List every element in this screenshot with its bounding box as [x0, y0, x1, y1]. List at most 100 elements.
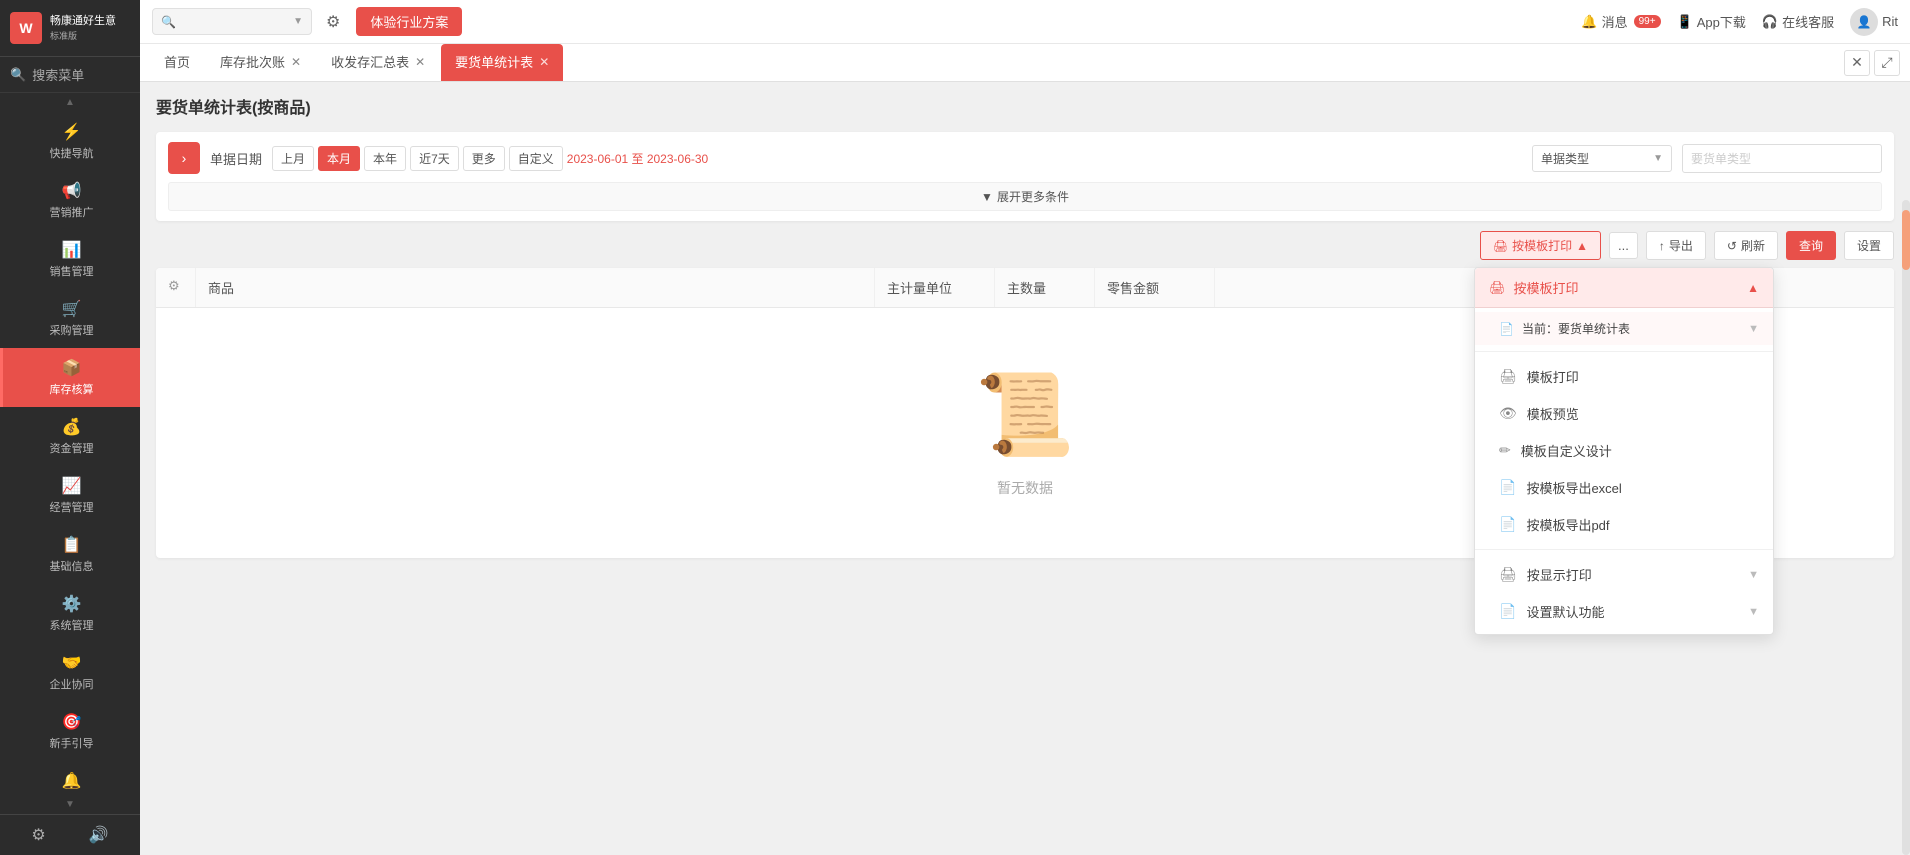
- display-print-icon: 🖨: [1499, 566, 1517, 583]
- date-range-text: 2023-06-01 至 2023-06-30: [567, 150, 708, 167]
- dropdown-divider-2: [1475, 549, 1773, 550]
- date-btn-more[interactable]: 更多: [463, 146, 505, 171]
- tab-order-stats[interactable]: 要货单统计表 ✕: [441, 44, 563, 81]
- settings-bottom-icon[interactable]: ⚙: [31, 825, 45, 845]
- column-settings-icon[interactable]: ⚙: [168, 278, 180, 293]
- app-download-label: App下载: [1697, 12, 1746, 31]
- set-default-arrow: ▼: [1748, 606, 1759, 618]
- sidebar-item-marketing[interactable]: 📢 营销推广: [0, 171, 140, 230]
- nav-label-inventory: 库存核算: [50, 381, 94, 397]
- tab-collect-summary-close[interactable]: ✕: [415, 55, 425, 69]
- sidebar-item-purchase[interactable]: 🛒 采购管理: [0, 289, 140, 348]
- sidebar-scroll-down[interactable]: ▼: [0, 795, 140, 814]
- order-type-select[interactable]: 单据类型 ▼: [1532, 145, 1672, 172]
- export-button[interactable]: ↑ 导出: [1646, 231, 1706, 260]
- sidebar-item-enterprise[interactable]: 🤝 企业协同: [0, 643, 140, 702]
- dropdown-item-display-print[interactable]: 🖨 按显示打印 ▼: [1475, 556, 1773, 593]
- filter-card: › 单据日期 上月 本月 本年 近7天 更多 自定义 2023-06-01 至 …: [156, 132, 1894, 221]
- filter-expand-button[interactable]: ›: [168, 142, 200, 174]
- tabs-right-actions: ✕ ⤢: [1844, 44, 1900, 81]
- topbar-right: 🔔 消息 99+ 📱 App下载 🎧 在线客服 👤 Rit: [1581, 8, 1898, 36]
- dropdown-section-current: 📄 当前：要货单统计表 ▼: [1475, 308, 1773, 349]
- topbar-search[interactable]: 🔍 ▼: [152, 8, 312, 35]
- logo-icon: W: [10, 12, 42, 44]
- inventory-icon: 📦: [62, 358, 82, 378]
- headset-icon: 🎧: [1762, 14, 1778, 30]
- nav-label-marketing: 营销推广: [50, 204, 94, 220]
- print-template-label: 按模板打印: [1512, 237, 1572, 254]
- tab-home[interactable]: 首页: [150, 44, 204, 81]
- sidebar-scroll-up[interactable]: ▲: [0, 93, 140, 112]
- dropdown-item-template-design[interactable]: ✏ 模板自定义设计: [1475, 432, 1773, 469]
- date-btn-custom[interactable]: 自定义: [509, 146, 563, 171]
- notifications-item[interactable]: 🔔 消息 99+: [1581, 12, 1660, 31]
- th-product-label: 商品: [208, 281, 234, 296]
- tab-collect-summary[interactable]: 收发存汇总表 ✕: [317, 44, 439, 81]
- expand-conditions-button[interactable]: ▼ 展开更多条件: [168, 182, 1882, 211]
- close-tab-button[interactable]: ✕: [1844, 50, 1870, 76]
- query-button[interactable]: 查询: [1786, 231, 1836, 260]
- dropdown-item-template-preview[interactable]: 👁 模板预览: [1475, 395, 1773, 432]
- user-profile-item[interactable]: 👤 Rit: [1850, 8, 1898, 36]
- scrollbar-thumb[interactable]: [1902, 210, 1910, 270]
- th-unit: 主计量单位: [875, 268, 995, 307]
- sidebar-item-finance[interactable]: 💰 资金管理: [0, 407, 140, 466]
- filter-row: › 单据日期 上月 本月 本年 近7天 更多 自定义 2023-06-01 至 …: [168, 142, 1882, 174]
- export-icon: ↑: [1659, 239, 1665, 253]
- th-unit-label: 主计量单位: [887, 281, 952, 296]
- print-dropdown-header[interactable]: 🖨 按模板打印 ▲: [1475, 268, 1773, 308]
- dropdown-item-set-default[interactable]: 📄 设置默认功能 ▼: [1475, 593, 1773, 630]
- speaker-bottom-icon[interactable]: 🔊: [89, 825, 109, 845]
- dropdown-item-export-pdf[interactable]: 📄 按模板导出pdf: [1475, 506, 1773, 543]
- sidebar-item-app-center[interactable]: 🔔 应用中心: [0, 761, 140, 795]
- sidebar-item-guide[interactable]: 🎯 新手引导: [0, 702, 140, 761]
- print-dropdown-collapse-icon[interactable]: ▲: [1747, 281, 1759, 295]
- tab-batch-inventory[interactable]: 库存批次账 ✕: [206, 44, 315, 81]
- sidebar-item-quick-nav[interactable]: ⚡ 快捷导航: [0, 112, 140, 171]
- sidebar-item-sales[interactable]: 📊 销售管理: [0, 230, 140, 289]
- expand-tab-button[interactable]: ⤢: [1874, 50, 1900, 76]
- app-center-icon: 🔔: [62, 771, 82, 791]
- refresh-label: 刷新: [1741, 237, 1765, 254]
- right-scrollbar[interactable]: [1902, 200, 1910, 855]
- print-dropdown-arrow[interactable]: ▲: [1576, 239, 1588, 253]
- more-options-button[interactable]: ...: [1609, 232, 1638, 259]
- date-btn-this-month[interactable]: 本月: [318, 146, 360, 171]
- set-default-label: 设置默认功能: [1526, 602, 1604, 621]
- settings-button[interactable]: 设置: [1844, 231, 1894, 260]
- tab-order-stats-close[interactable]: ✕: [539, 55, 549, 69]
- print-template-button[interactable]: 🖨 按模板打印 ▲: [1480, 231, 1601, 260]
- topbar-gear-icon[interactable]: ⚙: [326, 12, 340, 32]
- th-settings[interactable]: ⚙: [156, 268, 196, 307]
- topbar-search-arrow[interactable]: ▼: [293, 16, 303, 27]
- industry-solution-button[interactable]: 体验行业方案: [356, 7, 462, 36]
- dropdown-item-export-excel[interactable]: 📄 按模板导出excel: [1475, 469, 1773, 506]
- sidebar-item-operations[interactable]: 📈 经营管理: [0, 466, 140, 525]
- nav-label-sales: 销售管理: [50, 263, 94, 279]
- content-area: 要货单统计表(按商品) › 单据日期 上月 本月 本年 近7天 更多 自定义 2…: [140, 82, 1910, 855]
- sidebar-item-system[interactable]: ⚙️ 系统管理: [0, 584, 140, 643]
- sidebar-item-inventory[interactable]: 📦 库存核算: [0, 348, 140, 407]
- date-btn-last-month[interactable]: 上月: [272, 146, 314, 171]
- th-retail-amount: 零售金额: [1095, 268, 1215, 307]
- nav-label-quick-nav: 快捷导航: [50, 145, 94, 161]
- date-btn-7days[interactable]: 近7天: [410, 146, 459, 171]
- scroll-up-arrow[interactable]: ▲: [65, 97, 75, 108]
- template-preview-label: 模板预览: [1527, 404, 1579, 423]
- date-btn-this-year[interactable]: 本年: [364, 146, 406, 171]
- order-type-input[interactable]: 要货单类型: [1682, 144, 1882, 173]
- nav-label-operations: 经营管理: [50, 499, 94, 515]
- main-area: 🔍 ▼ ⚙ 体验行业方案 🔔 消息 99+ 📱 App下载 🎧 在线客服 👤: [140, 0, 1910, 855]
- purchase-icon: 🛒: [62, 299, 82, 319]
- order-type-arrow-icon: ▼: [1653, 153, 1663, 164]
- refresh-button[interactable]: ↺ 刷新: [1714, 231, 1778, 260]
- customer-service-label: 在线客服: [1782, 12, 1834, 31]
- dropdown-item-template-print[interactable]: 🖨 模板打印: [1475, 358, 1773, 395]
- customer-service-item[interactable]: 🎧 在线客服: [1762, 12, 1834, 31]
- tab-batch-inventory-close[interactable]: ✕: [291, 55, 301, 69]
- sidebar-search[interactable]: 🔍 搜索菜单: [0, 57, 140, 93]
- sidebar-item-basic-info[interactable]: 📋 基础信息: [0, 525, 140, 584]
- dropdown-current-item[interactable]: 📄 当前：要货单统计表 ▼: [1475, 312, 1773, 345]
- scroll-down-arrow[interactable]: ▼: [65, 799, 75, 810]
- app-download-item[interactable]: 📱 App下载: [1677, 12, 1746, 31]
